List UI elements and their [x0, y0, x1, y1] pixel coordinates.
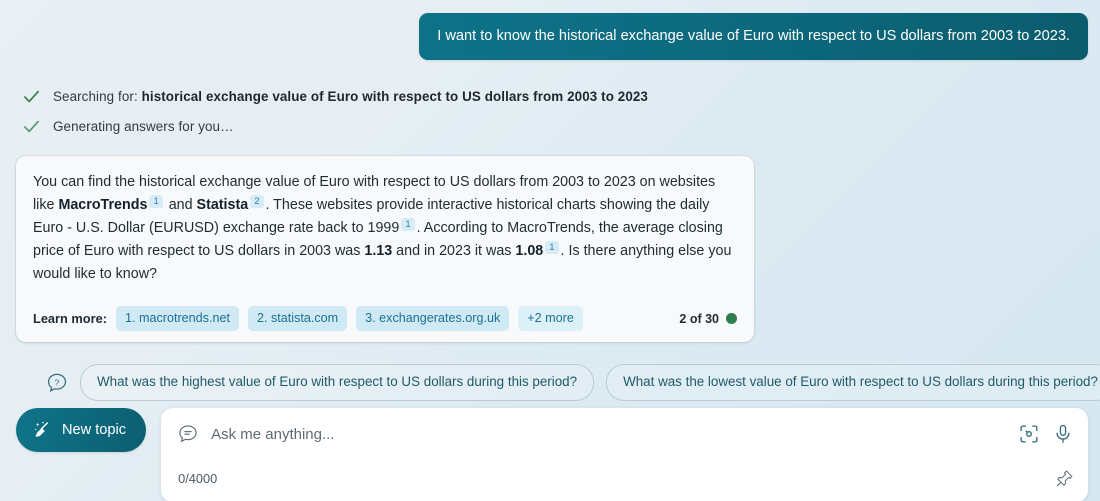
composer-bar: New topic 0/4000 — [0, 401, 1100, 501]
answer-segment-2: and — [164, 197, 197, 213]
suggestion-chip-lowest[interactable]: What was the lowest value of Euro with r… — [606, 364, 1100, 401]
answer-value-2023: 1.08 — [515, 243, 544, 259]
citation-badge-4[interactable]: 1 — [545, 241, 559, 254]
turn-counter: 2 of 30 — [679, 312, 740, 326]
citation-badge-2[interactable]: 2 — [250, 195, 264, 208]
user-message-bubble: I want to know the historical exchange v… — [419, 13, 1088, 60]
citation-badge-1[interactable]: 1 — [149, 195, 163, 208]
check-icon — [24, 120, 39, 132]
new-topic-button[interactable]: New topic — [16, 408, 147, 452]
suggestion-row: ? What was the highest value of Euro wit… — [16, 364, 1100, 401]
source-chip-more[interactable]: +2 more — [518, 306, 583, 331]
status-text-searching: Searching for: historical exchange value… — [53, 89, 648, 104]
suggestion-chip-highest[interactable]: What was the highest value of Euro with … — [80, 364, 595, 401]
answer-value-2003: 1.13 — [364, 243, 393, 259]
answer-text: You can find the historical exchange val… — [16, 156, 754, 299]
status-row-generating: Generating answers for you… — [22, 111, 1088, 141]
status-query-searching: historical exchange value of Euro with r… — [141, 88, 648, 104]
check-icon — [24, 90, 39, 102]
status-row-searching: Searching for: historical exchange value… — [22, 81, 1088, 111]
composer-footer-row: 0/4000 — [161, 460, 1088, 496]
conversation-area: I want to know the historical exchange v… — [0, 0, 1100, 401]
citation-badge-3[interactable]: 1 — [401, 218, 415, 231]
chat-bubble-icon — [179, 425, 197, 443]
answer-bold-statista: Statista — [196, 197, 249, 213]
pin-icon[interactable] — [1055, 469, 1074, 488]
visual-search-icon[interactable] — [1018, 423, 1040, 445]
turn-counter-dot — [726, 313, 737, 324]
answer-card: You can find the historical exchange val… — [16, 156, 754, 342]
question-bubble-icon: ? — [47, 373, 67, 392]
microphone-icon[interactable] — [1052, 423, 1074, 445]
answer-segment-5: and in 2023 it was — [392, 243, 516, 259]
character-counter: 0/4000 — [178, 470, 218, 486]
status-list: Searching for: historical exchange value… — [16, 81, 1088, 141]
answer-bold-macrotrends: MacroTrends — [58, 197, 148, 213]
composer-panel: 0/4000 — [161, 408, 1088, 501]
user-message-row: I want to know the historical exchange v… — [16, 13, 1088, 60]
learn-more-row: Learn more: 1. macrotrends.net 2. statis… — [16, 299, 754, 342]
status-text-generating: Generating answers for you… — [53, 118, 234, 134]
source-chip-statista[interactable]: 2. statista.com — [247, 306, 348, 331]
learn-more-label: Learn more: — [33, 311, 107, 326]
broom-icon — [34, 420, 49, 437]
source-chip-exchangerates[interactable]: 3. exchangerates.org.uk — [356, 306, 510, 331]
chat-input[interactable] — [211, 425, 1006, 443]
new-topic-label: New topic — [62, 422, 127, 438]
source-chip-macrotrends[interactable]: 1. macrotrends.net — [115, 306, 239, 331]
status-prefix-searching: Searching for: — [53, 88, 142, 104]
turn-counter-text: 2 of 30 — [679, 311, 719, 326]
composer-input-row — [161, 408, 1088, 460]
svg-text:?: ? — [55, 377, 60, 387]
